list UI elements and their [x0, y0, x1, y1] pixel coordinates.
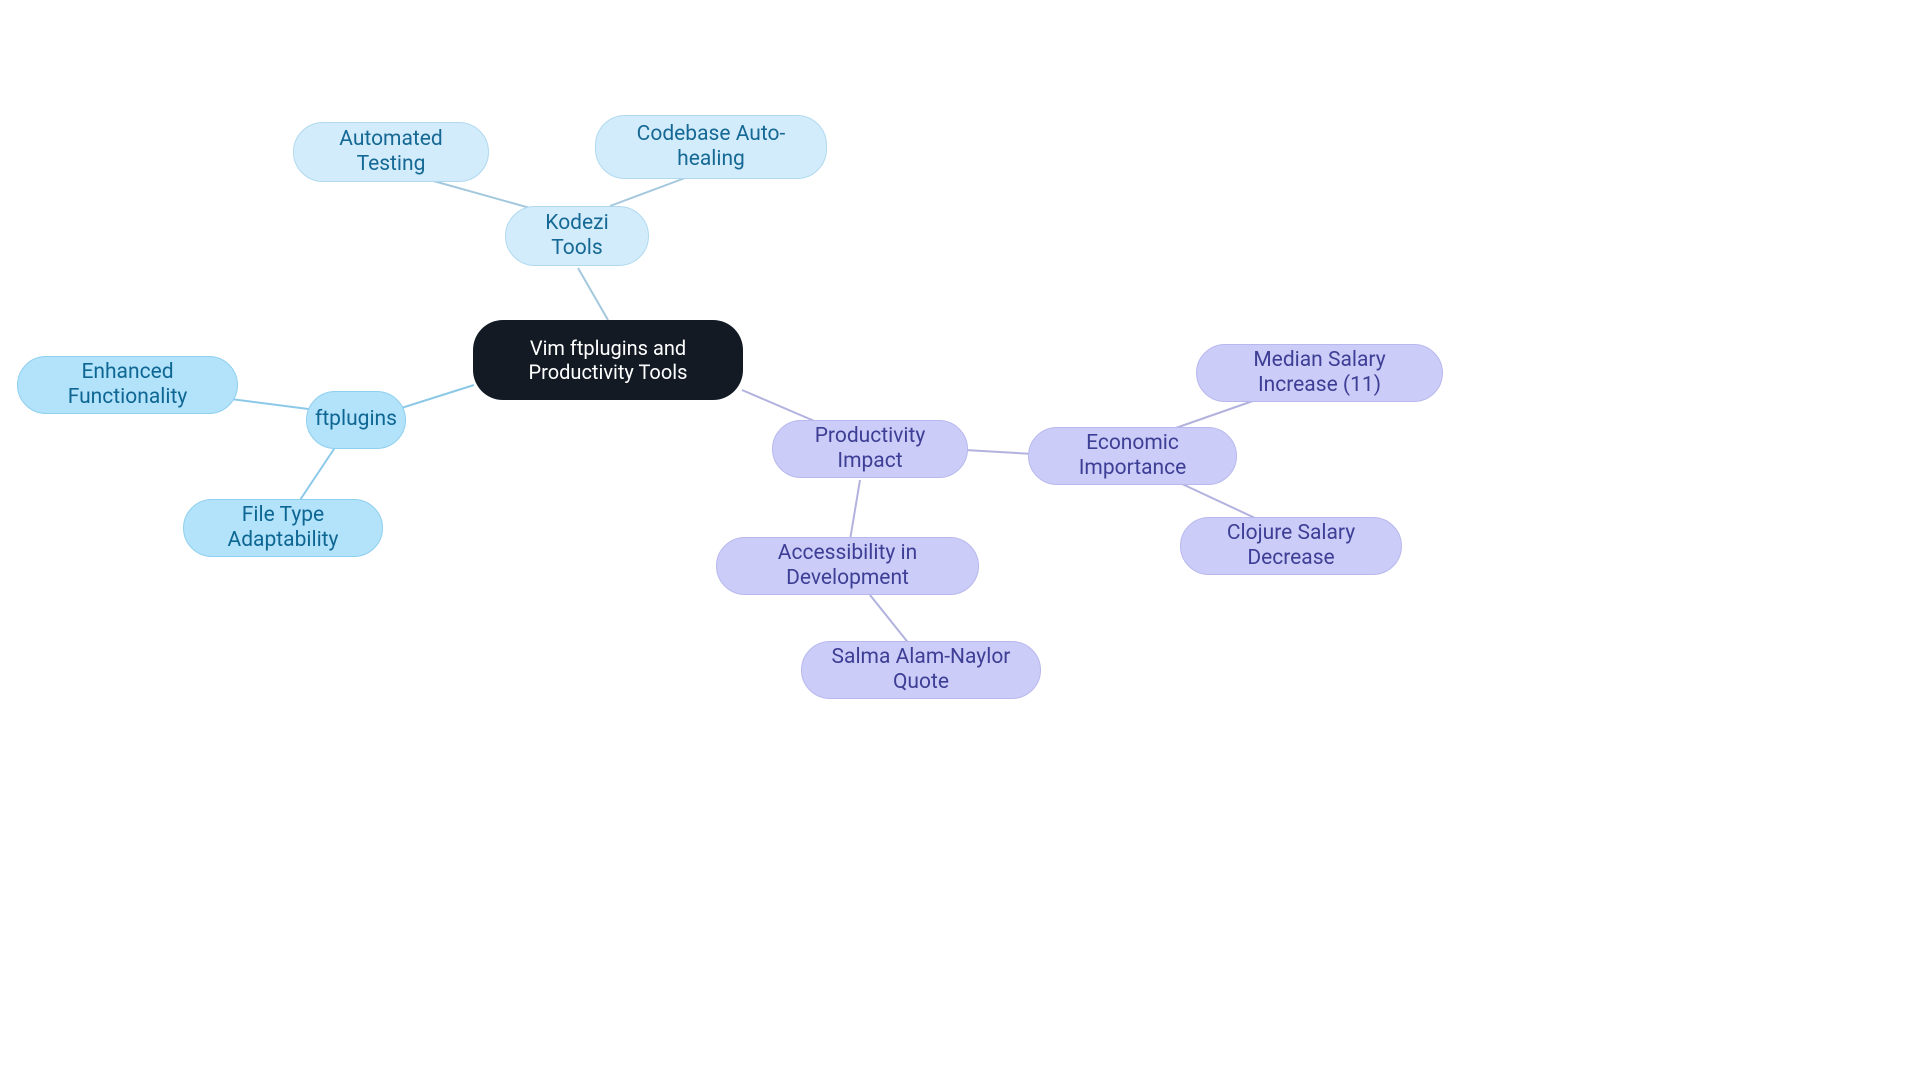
- root-node[interactable]: Vim ftplugins and Productivity Tools: [473, 320, 743, 400]
- productivity-impact-node[interactable]: Productivity Impact: [772, 420, 968, 478]
- salma-quote-node[interactable]: Salma Alam-Naylor Quote: [801, 641, 1041, 699]
- ftplugins-node[interactable]: ftplugins: [306, 391, 406, 449]
- enhanced-functionality-node[interactable]: Enhanced Functionality: [17, 356, 238, 414]
- kodezi-node[interactable]: Kodezi Tools: [505, 206, 649, 266]
- file-type-adaptability-node[interactable]: File Type Adaptability: [183, 499, 383, 557]
- codebase-auto-healing-node[interactable]: Codebase Auto-healing: [595, 115, 827, 179]
- accessibility-node[interactable]: Accessibility in Development: [716, 537, 979, 595]
- median-salary-node[interactable]: Median Salary Increase (11): [1196, 344, 1443, 402]
- economic-importance-node[interactable]: Economic Importance: [1028, 427, 1237, 485]
- automated-testing-node[interactable]: Automated Testing: [293, 122, 489, 182]
- clojure-salary-node[interactable]: Clojure Salary Decrease: [1180, 517, 1402, 575]
